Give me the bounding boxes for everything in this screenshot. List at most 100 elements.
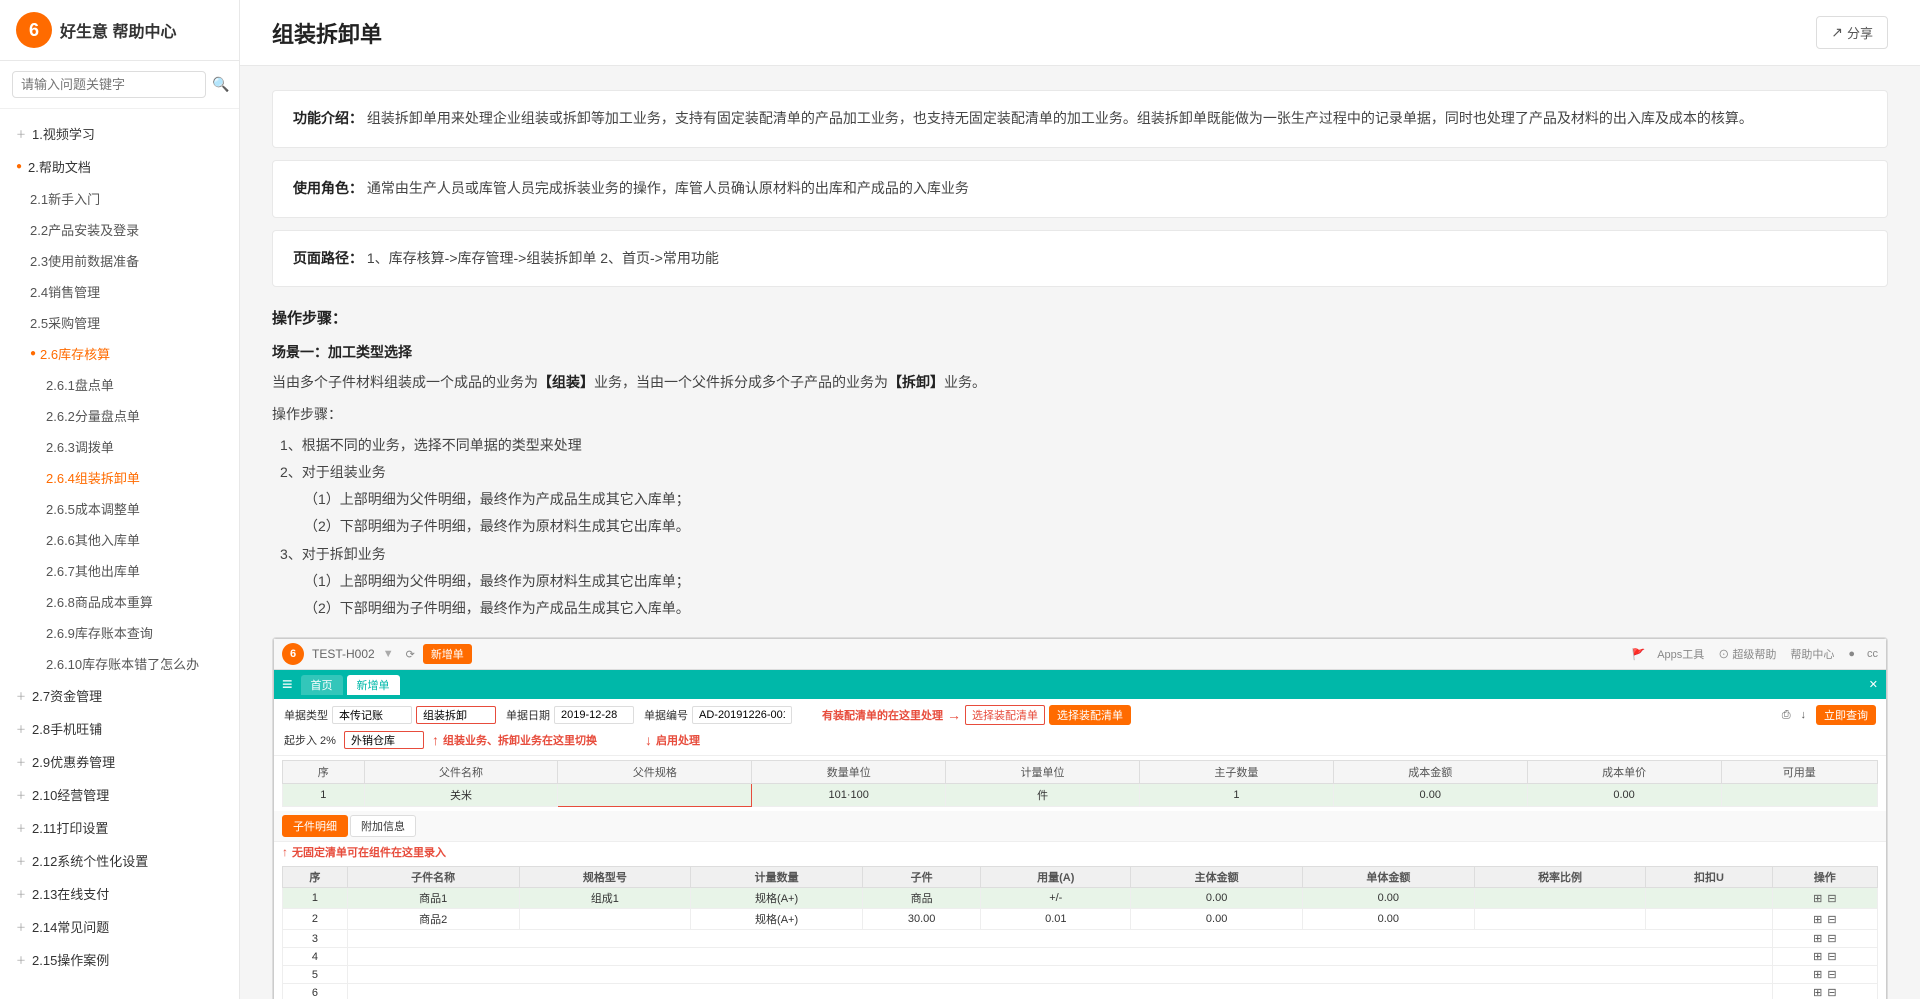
erp-tab-new[interactable]: 新增单: [347, 675, 400, 695]
erp-subtab-other[interactable]: 附加信息: [350, 815, 416, 837]
sidebar-item-print[interactable]: ＋ 2.11打印设置: [0, 811, 239, 844]
table-row: 3 ⊞ ⊟: [283, 930, 1878, 948]
erp-cell-parent-spec[interactable]: [558, 784, 752, 807]
erp-sub-cell-empty-5: [347, 966, 1772, 984]
sidebar-item-assembly[interactable]: 2.6.4组装拆卸单: [0, 462, 239, 493]
erp-delete-icon-2[interactable]: ⊟: [1827, 914, 1836, 926]
intro-text: 组装拆卸单用来处理企业组装或拆卸等加工业务，支持有固定装配清单的产品加工业务，也…: [367, 110, 1753, 126]
sidebar-item-adjust[interactable]: 2.6.3调拨单: [0, 431, 239, 462]
erp-copy-icon-1[interactable]: ⊞: [1813, 893, 1822, 905]
erp-delete-icon-4[interactable]: ⊟: [1827, 951, 1836, 963]
erp-subtab-child[interactable]: 子件明细: [282, 815, 348, 837]
annotation-enable-text: 启用处理: [656, 732, 700, 748]
erp-form-header: 单据类型 单据日期 单据编号: [274, 699, 1886, 756]
share-button[interactable]: ↗ 分享: [1816, 16, 1888, 49]
erp-sub-cell-act-6: ⊞ ⊟: [1772, 984, 1877, 999]
erp-delete-icon-5[interactable]: ⊟: [1827, 969, 1836, 981]
sidebar-item-finance[interactable]: ＋ 2.7资金管理: [0, 679, 239, 712]
sidebar-item-data-prep-label: 2.3使用前数据准备: [30, 251, 139, 270]
erp-date-input[interactable]: [554, 706, 634, 724]
search-input[interactable]: [12, 71, 206, 98]
erp-col-seq: 序: [283, 761, 365, 784]
erp-copy-icon-2[interactable]: ⊞: [1813, 914, 1822, 926]
erp-confirm-btn[interactable]: 立即查询: [1816, 705, 1876, 725]
step1: 1、根据不同的业务，选择不同单据的类型来处理: [280, 433, 1888, 458]
erp-topbar: 6 TEST-H002 ▼ ⟳ 新增单 🚩 Apps工具 ⊙ 超级帮助 帮助中心…: [274, 639, 1886, 670]
sidebar-item-split-stocktake[interactable]: 2.6.2分量盘点单: [0, 400, 239, 431]
sidebar-item-install[interactable]: 2.2产品安装及登录: [0, 214, 239, 245]
erp-delete-icon-6[interactable]: ⊟: [1827, 987, 1836, 999]
expand-icon-faq: ＋: [16, 919, 26, 934]
steps-list: 1、根据不同的业务，选择不同单据的类型来处理 2、对于组装业务 （1）上部明细为…: [280, 433, 1888, 621]
sidebar-item-cost-adjust[interactable]: 2.6.5成本调整单: [0, 493, 239, 524]
table-row: 2 商品2 规格(A+) 30.00 0.01 0.00 0.00: [283, 909, 1878, 930]
erp-cell-parent-name: 关米: [364, 784, 558, 807]
expand-icon-finance: ＋: [16, 688, 26, 703]
erp-order-input[interactable]: [692, 706, 792, 724]
sidebar-item-personalize[interactable]: ＋ 2.12系统个性化设置: [0, 844, 239, 877]
sidebar-item-inventory[interactable]: ● 2.6库存核算: [0, 338, 239, 369]
annotation-no-bom-text: 无固定清单可在组件在这里录入: [292, 844, 446, 860]
erp-tab-home[interactable]: 首页: [301, 675, 343, 695]
table-row: 1 商品1 组成1 规格(A+) 商品 +/- 0.00 0.00: [283, 888, 1878, 909]
sidebar-item-mobile[interactable]: ＋ 2.8手机旺铺: [0, 712, 239, 745]
annotation-bom: 有装配清单的在这里处理 → 选择装配清单 选择装配清单: [822, 705, 1131, 725]
sidebar-item-video[interactable]: ＋ 1.视频学习: [0, 117, 239, 150]
expand-icon-mobile: ＋: [16, 721, 26, 736]
erp-sub-cell-tax-2: [1474, 909, 1646, 930]
sidebar-item-faq[interactable]: ＋ 2.14常见问题: [0, 910, 239, 943]
erp-sub-col-name: 子件名称: [347, 867, 519, 888]
sidebar-item-ledger-wrong[interactable]: 2.6.10库存账本错了怎么办: [0, 648, 239, 679]
sidebar-item-cases[interactable]: ＋ 2.15操作案例: [0, 943, 239, 976]
erp-sub-cell-unit-1: 0.00: [1302, 888, 1474, 909]
erp-col-qty: 主子数量: [1139, 761, 1333, 784]
sidebar-item-stocktake[interactable]: 2.6.1盘点单: [0, 369, 239, 400]
sidebar-item-other-out[interactable]: 2.6.7其他出库单: [0, 555, 239, 586]
sidebar-item-sales[interactable]: 2.4销售管理: [0, 276, 239, 307]
erp-process-type-input[interactable]: [416, 706, 496, 724]
sidebar-item-data-prep[interactable]: 2.3使用前数据准备: [0, 245, 239, 276]
erp-warehouse-input[interactable]: [344, 731, 424, 749]
erp-export-icon[interactable]: ↓: [1801, 709, 1807, 721]
erp-copy-icon-3[interactable]: ⊞: [1813, 933, 1822, 945]
erp-apps-icon: Apps工具: [1657, 646, 1704, 662]
search-button[interactable]: 🔍: [212, 76, 229, 93]
erp-sub-cell-act-4: ⊞ ⊟: [1772, 948, 1877, 966]
erp-sub-cell-act-2: ⊞ ⊟: [1772, 909, 1877, 930]
erp-new-doc-btn[interactable]: 新增单: [423, 644, 472, 664]
sidebar-item-purchase[interactable]: 2.5采购管理: [0, 307, 239, 338]
sidebar-item-online-pay[interactable]: ＋ 2.13在线支付: [0, 877, 239, 910]
sidebar-item-ledger-query[interactable]: 2.6.9库存账本查询: [0, 617, 239, 648]
expand-icon-operation: ＋: [16, 787, 26, 802]
sidebar-item-docs[interactable]: ● 2.帮助文档: [0, 150, 239, 183]
sidebar-item-coupon[interactable]: ＋ 2.9优惠券管理: [0, 745, 239, 778]
erp-col-available: 可用量: [1721, 761, 1877, 784]
annotation-no-bom-arrow: ↑: [282, 845, 288, 859]
expand-icon-docs: ●: [16, 161, 22, 172]
sidebar-item-newbie[interactable]: 2.1新手入门: [0, 183, 239, 214]
erp-copy-icon-4[interactable]: ⊞: [1813, 951, 1822, 963]
sidebar-item-cost-calc-label: 2.6.8商品成本重算: [46, 592, 153, 611]
erp-copy-icon-6[interactable]: ⊞: [1813, 987, 1822, 999]
sidebar-item-cost-calc[interactable]: 2.6.8商品成本重算: [0, 586, 239, 617]
main-header: 组装拆卸单 ↗ 分享: [240, 0, 1920, 66]
erp-delete-icon-3[interactable]: ⊟: [1827, 933, 1836, 945]
erp-sub-cell-act-5: ⊞ ⊟: [1772, 966, 1877, 984]
erp-sub-col-actions: 操作: [1772, 867, 1877, 888]
sidebar-item-operation[interactable]: ＋ 2.10经营管理: [0, 778, 239, 811]
erp-close-icon[interactable]: ✕: [1869, 678, 1878, 691]
erp-sub-cell-main-2: 0.00: [1131, 909, 1303, 930]
annotation-no-bom: ↑ 无固定清单可在组件在这里录入: [274, 842, 1886, 862]
erp-qty-label: 起步入 2%: [284, 732, 336, 748]
erp-select-bom-btn[interactable]: 选择装配清单: [1049, 705, 1131, 725]
erp-copy-icon-5[interactable]: ⊞: [1813, 969, 1822, 981]
erp-col-parent-spec: 父件规格: [558, 761, 752, 784]
erp-date-row: 单据日期: [506, 706, 634, 724]
sidebar-item-print-label: 2.11打印设置: [32, 818, 108, 837]
erp-cell-cost-unit: 0.00: [1527, 784, 1721, 807]
sidebar-item-other-in[interactable]: 2.6.6其他入库单: [0, 524, 239, 555]
erp-tab-switcher: 子件明细 附加信息: [274, 811, 1886, 842]
erp-delete-icon-1[interactable]: ⊟: [1827, 893, 1836, 905]
erp-doc-type-input[interactable]: [332, 706, 412, 724]
erp-print-icon[interactable]: ⎙: [1782, 709, 1791, 722]
